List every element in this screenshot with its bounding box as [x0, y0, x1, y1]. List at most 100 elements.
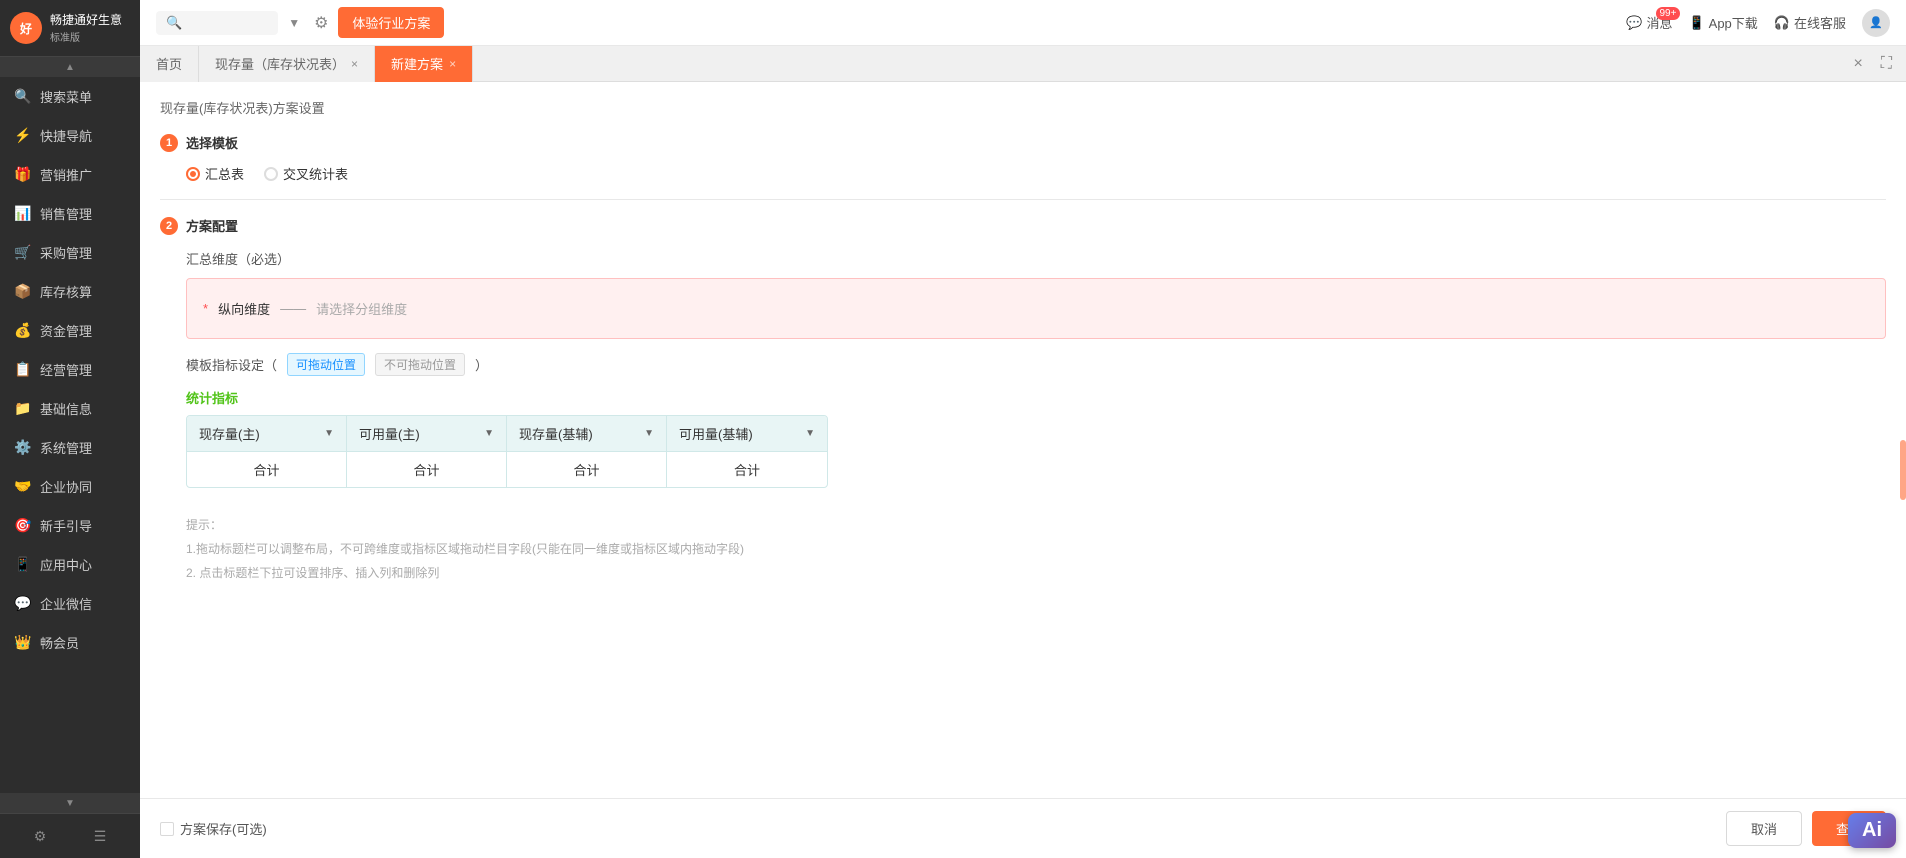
col-available-aux-chevron[interactable]: ▼: [805, 428, 815, 439]
sidebar-item-operations[interactable]: 📋 经营管理: [0, 350, 140, 389]
radio-cross[interactable]: 交叉统计表: [264, 164, 348, 183]
tab-expand-icon[interactable]: ⛶: [1875, 53, 1898, 75]
cancel-button[interactable]: 取消: [1726, 811, 1802, 846]
tabs-end-buttons: × ⛶: [1847, 53, 1906, 75]
sidebar-item-member[interactable]: 👑 畅会员: [0, 623, 140, 662]
cell-current-aux: 合计: [507, 451, 667, 487]
step2-number: 2: [160, 217, 178, 235]
sidebar-footer: ⚙ ☰: [0, 813, 140, 858]
indicator-table-header: 现存量(主) ▼ 可用量(主) ▼ 现存量(基辅) ▼: [187, 416, 827, 451]
sidebar-item-sales[interactable]: 📊 销售管理: [0, 194, 140, 233]
radio-cross-circle: [264, 167, 278, 181]
col-current-main-label: 现存量(主): [199, 424, 260, 443]
sidebar-item-wechat[interactable]: 💬 企业微信: [0, 584, 140, 623]
tab-home[interactable]: 首页: [140, 46, 199, 82]
finance-icon: 💰: [14, 322, 32, 340]
sidebar-item-inventory[interactable]: 📦 库存核算: [0, 272, 140, 311]
sidebar-item-label: 营销推广: [40, 165, 92, 184]
indicator-table: 现存量(主) ▼ 可用量(主) ▼ 现存量(基辅) ▼: [186, 415, 828, 488]
dimension-field-label: 汇总维度（必选）: [186, 249, 1886, 268]
bottom-bar: 方案保存(可选) 取消 查询: [140, 798, 1906, 858]
radio-summary-label: 汇总表: [205, 164, 244, 183]
tips-section: 提示： 1.拖动标题栏可以调整布局，不可跨维度或指标区域拖动栏目字段(只能在同一…: [186, 513, 1886, 585]
step2-title: 方案配置: [186, 216, 238, 235]
radio-summary-circle: [186, 167, 200, 181]
col-current-aux-chevron[interactable]: ▼: [644, 428, 654, 439]
col-current-main[interactable]: 现存量(主) ▼: [187, 416, 347, 451]
sidebar-item-label: 采购管理: [40, 243, 92, 262]
inventory-icon: 📦: [14, 283, 32, 301]
tab-inventory-status[interactable]: 现存量（库存状况表） ×: [199, 46, 375, 82]
search-icon: 🔍: [166, 15, 182, 31]
col-current-aux[interactable]: 现存量(基辅) ▼: [507, 416, 667, 451]
ai-badge[interactable]: Ai: [1848, 813, 1896, 848]
quick-nav-icon: ⚡: [14, 127, 32, 145]
cell-current-main: 合计: [187, 451, 347, 487]
scroll-bar: [1900, 440, 1906, 500]
col-available-main[interactable]: 可用量(主) ▼: [347, 416, 507, 451]
online-service-label: 在线客服: [1794, 13, 1846, 32]
sidebar-item-label: 库存核算: [40, 282, 92, 301]
sidebar-item-search[interactable]: 🔍 搜索菜单: [0, 77, 140, 116]
sidebar-item-label: 经营管理: [40, 360, 92, 379]
sidebar-item-system[interactable]: ⚙️ 系统管理: [0, 428, 140, 467]
col-current-aux-label: 现存量(基辅): [519, 424, 593, 443]
save-option[interactable]: 方案保存(可选): [160, 819, 267, 838]
col-available-aux-label: 可用量(基辅): [679, 424, 753, 443]
phone-icon: 📱: [1688, 15, 1704, 31]
indicator-settings-label: 模板指标设定（: [186, 355, 277, 374]
radio-summary[interactable]: 汇总表: [186, 164, 244, 183]
chevron-down-icon[interactable]: ▼: [288, 16, 300, 30]
app-edition: 标准版: [50, 29, 122, 44]
col-available-main-chevron[interactable]: ▼: [484, 428, 494, 439]
indicator-settings-row: 模板指标设定（ 可拖动位置 不可拖动位置 ）: [186, 353, 1886, 376]
col-current-main-chevron[interactable]: ▼: [324, 428, 334, 439]
save-checkbox[interactable]: [160, 822, 174, 836]
tab-bar: 首页 现存量（库存状况表） × 新建方案 × × ⛶: [140, 46, 1906, 82]
scroll-handle[interactable]: [1900, 82, 1906, 798]
sidebar-scroll-down[interactable]: ▼: [0, 793, 140, 813]
sidebar-item-cooperation[interactable]: 🤝 企业协同: [0, 467, 140, 506]
step2-section: 2 方案配置 汇总维度（必选） * 纵向维度 —— 请选择分组维度 模板指标设定…: [160, 216, 1886, 585]
step1-section: 1 选择模板 汇总表 交叉统计表: [160, 133, 1886, 183]
col-available-aux[interactable]: 可用量(基辅) ▼: [667, 416, 827, 451]
tab-close-all-icon[interactable]: ×: [1847, 53, 1868, 75]
tab-new-plan-label: 新建方案: [391, 54, 443, 73]
message-button[interactable]: 💬 消息 99+: [1626, 13, 1672, 32]
app-name: 畅捷通好生意: [50, 12, 122, 29]
sidebar-scroll-up[interactable]: ▲: [0, 57, 140, 77]
sidebar-item-basic-info[interactable]: 📁 基础信息: [0, 389, 140, 428]
gear-icon[interactable]: ⚙: [314, 13, 328, 33]
tab-new-plan-close-icon[interactable]: ×: [449, 57, 456, 71]
sidebar-item-label: 资金管理: [40, 321, 92, 340]
sidebar-item-purchase[interactable]: 🛒 采购管理: [0, 233, 140, 272]
tab-new-plan[interactable]: 新建方案 ×: [375, 46, 473, 82]
sidebar: 好 畅捷通好生意 标准版 ▲ 🔍 搜索菜单 ⚡ 快捷导航 🎁 营销推广 📊 销售…: [0, 0, 140, 858]
menu-collapse-icon[interactable]: ☰: [88, 824, 112, 848]
sidebar-item-finance[interactable]: 💰 资金管理: [0, 311, 140, 350]
dimension-vertical-label: 纵向维度: [218, 299, 270, 318]
app-download-button[interactable]: 📱 App下载: [1688, 13, 1757, 32]
topbar-right-actions: 💬 消息 99+ 📱 App下载 🎧 在线客服 👤: [1626, 9, 1890, 37]
topbar-search-box[interactable]: 🔍: [156, 11, 278, 35]
online-service-button[interactable]: 🎧 在线客服: [1774, 13, 1846, 32]
draggable-badge: 可拖动位置: [287, 353, 365, 376]
sidebar-item-label: 系统管理: [40, 438, 92, 457]
sidebar-item-app-center[interactable]: 📱 应用中心: [0, 545, 140, 584]
sidebar-item-label: 畅会员: [40, 633, 79, 652]
cooperation-icon: 🤝: [14, 478, 32, 496]
sales-icon: 📊: [14, 205, 32, 223]
marketing-icon: 🎁: [14, 166, 32, 184]
sidebar-item-quick-nav[interactable]: ⚡ 快捷导航: [0, 116, 140, 155]
search-input[interactable]: [188, 16, 268, 30]
logo-text-block: 畅捷通好生意 标准版: [50, 12, 122, 44]
tab-inventory-close-icon[interactable]: ×: [351, 57, 358, 71]
settings-icon[interactable]: ⚙: [28, 824, 52, 848]
sidebar-item-marketing[interactable]: 🎁 营销推广: [0, 155, 140, 194]
newbie-icon: 🎯: [14, 517, 32, 535]
user-avatar[interactable]: 👤: [1862, 9, 1890, 37]
trial-industry-button[interactable]: 体验行业方案: [338, 7, 444, 38]
tab-home-label: 首页: [156, 54, 182, 73]
sidebar-item-newbie[interactable]: 🎯 新手引导: [0, 506, 140, 545]
dimension-area[interactable]: * 纵向维度 —— 请选择分组维度: [186, 278, 1886, 339]
